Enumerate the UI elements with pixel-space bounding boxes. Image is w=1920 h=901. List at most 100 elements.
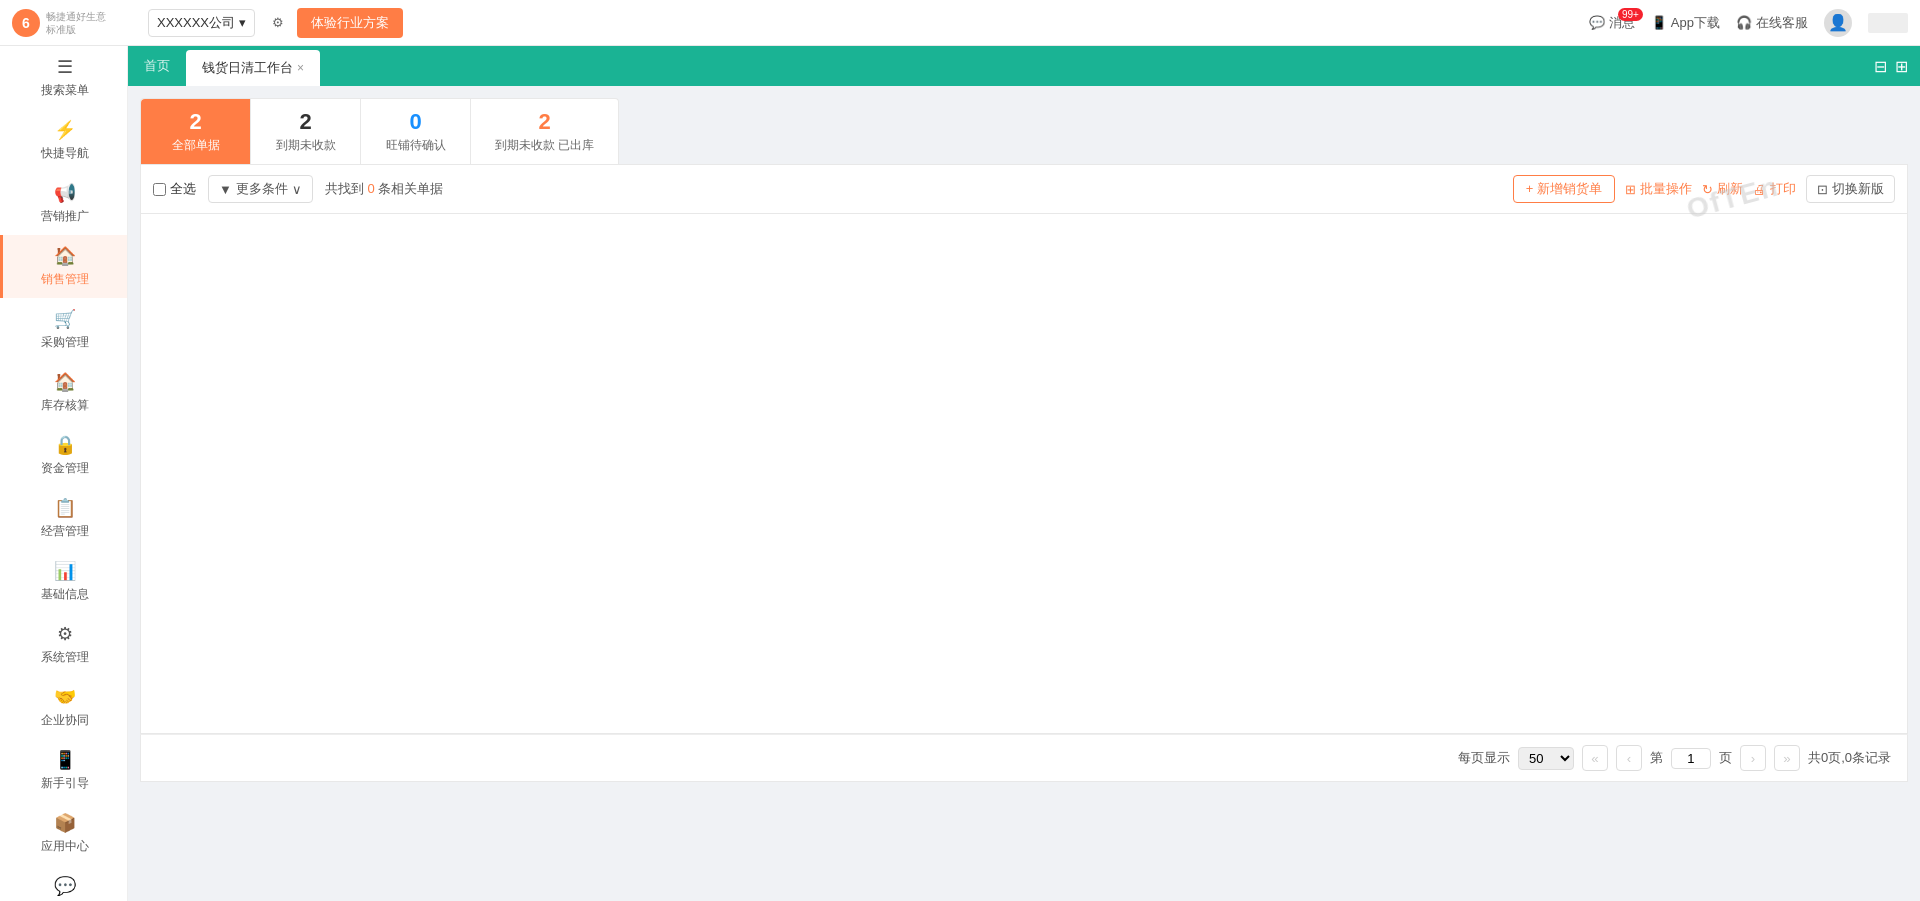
- online-service-item[interactable]: 🎧 在线客服: [1736, 14, 1808, 32]
- settings-button[interactable]: ⚙: [263, 8, 293, 38]
- filter-label: 更多条件: [236, 180, 288, 198]
- company-name: XXXXXX公司: [157, 14, 235, 32]
- sidebar-label-app-center: 应用中心: [41, 838, 89, 855]
- last-page-button[interactable]: »: [1774, 745, 1800, 771]
- app-download-label: App下载: [1671, 14, 1720, 32]
- guide-icon: 📱: [54, 749, 76, 771]
- header-actions: ⚙ 体验行业方案: [263, 8, 403, 38]
- gear-icon: ⚙: [272, 15, 284, 30]
- select-all-label[interactable]: 全选: [153, 180, 196, 198]
- chevron-down-icon: ▾: [239, 15, 246, 30]
- header-right: 💬 消息 99+ 📱 App下载 🎧 在线客服 👤: [1589, 9, 1908, 37]
- quick-nav-icon: ⚡: [54, 119, 76, 141]
- next-page-icon: ›: [1751, 751, 1755, 766]
- messages-item[interactable]: 💬 消息 99+: [1589, 14, 1635, 32]
- tab-home[interactable]: 首页: [128, 46, 186, 86]
- search-menu-icon: ☰: [57, 56, 73, 78]
- found-text: 共找到 0 条相关单据: [325, 180, 443, 198]
- prev-page-button[interactable]: ‹: [1616, 745, 1642, 771]
- batch-icon: ⊞: [1625, 182, 1636, 197]
- per-page-label: 每页显示: [1458, 749, 1510, 767]
- batch-operation-button[interactable]: ⊞ 批量操作: [1625, 180, 1692, 198]
- sidebar-item-app-center[interactable]: 📦 应用中心: [0, 802, 127, 865]
- sidebar-item-purchase[interactable]: 🛒 采购管理: [0, 298, 127, 361]
- sidebar-label-cooperation: 企业协同: [41, 712, 89, 729]
- purchase-icon: 🛒: [54, 308, 76, 330]
- add-sale-order-button[interactable]: + 新增销货单: [1513, 175, 1615, 203]
- select-all-checkbox[interactable]: [153, 183, 166, 196]
- sidebar-item-guide[interactable]: 📱 新手引导: [0, 739, 127, 802]
- download-icon: 📱: [1651, 15, 1667, 30]
- toolbar-right: + 新增销货单 ⊞ 批量操作 ↻ 刷新 🖨 打印 ⊡ 切换新版: [1513, 175, 1895, 203]
- stats-tabs: 2 全部单据 2 到期未收款 0 旺铺待确认 2 到期未收款 已出库: [140, 98, 619, 164]
- sidebar-label-basic-info: 基础信息: [41, 586, 89, 603]
- sidebar: ☰ 搜索菜单 ⚡ 快捷导航 📢 营销推广 🏠 销售管理 🛒 采购管理 🏠 库存核…: [0, 46, 128, 901]
- prev-page-icon: ‹: [1627, 751, 1631, 766]
- page-number-input[interactable]: [1671, 748, 1711, 769]
- sidebar-label-search: 搜索菜单: [41, 82, 89, 99]
- tab-work-bench[interactable]: 钱货日清工作台 ×: [186, 50, 320, 86]
- company-selector[interactable]: XXXXXX公司 ▾: [148, 9, 255, 37]
- app-center-icon: 📦: [54, 812, 76, 834]
- sidebar-label-marketing: 营销推广: [41, 208, 89, 225]
- first-page-button[interactable]: «: [1582, 745, 1608, 771]
- sidebar-label-quick-nav: 快捷导航: [41, 145, 89, 162]
- toolbar: 全选 ▼ 更多条件 ∨ 共找到 0 条相关单据 + 新增销货单 ⊞ 批量操作 ↻…: [140, 164, 1908, 214]
- sidebar-item-marketing[interactable]: 📢 营销推广: [0, 172, 127, 235]
- page-label-suffix: 页: [1719, 749, 1732, 767]
- sidebar-label-finance: 资金管理: [41, 460, 89, 477]
- stat-tab-pending[interactable]: 0 旺铺待确认: [361, 99, 471, 164]
- sidebar-item-operations[interactable]: 📋 经营管理: [0, 487, 127, 550]
- service-icon: 🎧: [1736, 15, 1752, 30]
- message-icon: 💬: [1589, 15, 1605, 30]
- filter-button[interactable]: ▼ 更多条件 ∨: [208, 175, 313, 203]
- marketing-icon: 📢: [54, 182, 76, 204]
- sidebar-label-operations: 经营管理: [41, 523, 89, 540]
- page-label: 第: [1650, 749, 1663, 767]
- sidebar-item-inventory[interactable]: 🏠 库存核算: [0, 361, 127, 424]
- total-label: 共0页,0条记录: [1808, 749, 1891, 767]
- operations-icon: 📋: [54, 497, 76, 519]
- print-button[interactable]: 🖨 打印: [1753, 180, 1796, 198]
- sidebar-item-cooperation[interactable]: 🤝 企业协同: [0, 676, 127, 739]
- tab-close-icon[interactable]: ×: [297, 61, 304, 75]
- print-icon: 🖨: [1753, 182, 1766, 197]
- select-all-text: 全选: [170, 180, 196, 198]
- stat-tab-all[interactable]: 2 全部单据: [141, 99, 251, 164]
- sidebar-item-wechat[interactable]: 💬 企业微信: [0, 865, 127, 901]
- cooperation-icon: 🤝: [54, 686, 76, 708]
- switch-version-button[interactable]: ⊡ 切换新版: [1806, 175, 1895, 203]
- sidebar-label-inventory: 库存核算: [41, 397, 89, 414]
- stat-number-pending: 0: [409, 109, 421, 135]
- per-page-select[interactable]: 50 20 100: [1518, 747, 1574, 770]
- tab-bar: 首页 钱货日清工作台 × ⊟ ⊞: [128, 46, 1920, 86]
- stat-number-all: 2: [189, 109, 201, 135]
- logo-text: 畅捷通好生意 标准版: [46, 10, 106, 36]
- sidebar-item-sales[interactable]: 🏠 销售管理: [0, 235, 127, 298]
- stat-label-pending: 旺铺待确认: [386, 137, 446, 154]
- experience-button[interactable]: 体验行业方案: [297, 8, 403, 38]
- sidebar-item-basic-info[interactable]: 📊 基础信息: [0, 550, 127, 613]
- finance-icon: 🔒: [54, 434, 76, 456]
- stat-label-overdue: 到期未收款: [276, 137, 336, 154]
- app-download-item[interactable]: 📱 App下载: [1651, 14, 1720, 32]
- stat-tab-overdue[interactable]: 2 到期未收款: [251, 99, 361, 164]
- sales-icon: 🏠: [54, 245, 76, 267]
- tab-right-icons: ⊟ ⊞: [1874, 57, 1920, 76]
- sidebar-label-purchase: 采购管理: [41, 334, 89, 351]
- tab-maximize-icon[interactable]: ⊞: [1895, 57, 1908, 76]
- first-page-icon: «: [1591, 751, 1598, 766]
- sidebar-item-finance[interactable]: 🔒 资金管理: [0, 424, 127, 487]
- avatar[interactable]: 👤: [1824, 9, 1852, 37]
- refresh-icon: ↻: [1702, 182, 1713, 197]
- logo-area: 6 畅捷通好生意 标准版: [12, 9, 140, 37]
- found-count: 0: [368, 181, 375, 196]
- sidebar-item-search[interactable]: ☰ 搜索菜单: [0, 46, 127, 109]
- stat-tab-overdue-shipped[interactable]: 2 到期未收款 已出库: [471, 99, 618, 164]
- tab-minimize-icon[interactable]: ⊟: [1874, 57, 1887, 76]
- sidebar-item-quick-nav[interactable]: ⚡ 快捷导航: [0, 109, 127, 172]
- sidebar-item-system[interactable]: ⚙ 系统管理: [0, 613, 127, 676]
- refresh-button[interactable]: ↻ 刷新: [1702, 180, 1743, 198]
- next-page-button[interactable]: ›: [1740, 745, 1766, 771]
- stat-number-overdue: 2: [299, 109, 311, 135]
